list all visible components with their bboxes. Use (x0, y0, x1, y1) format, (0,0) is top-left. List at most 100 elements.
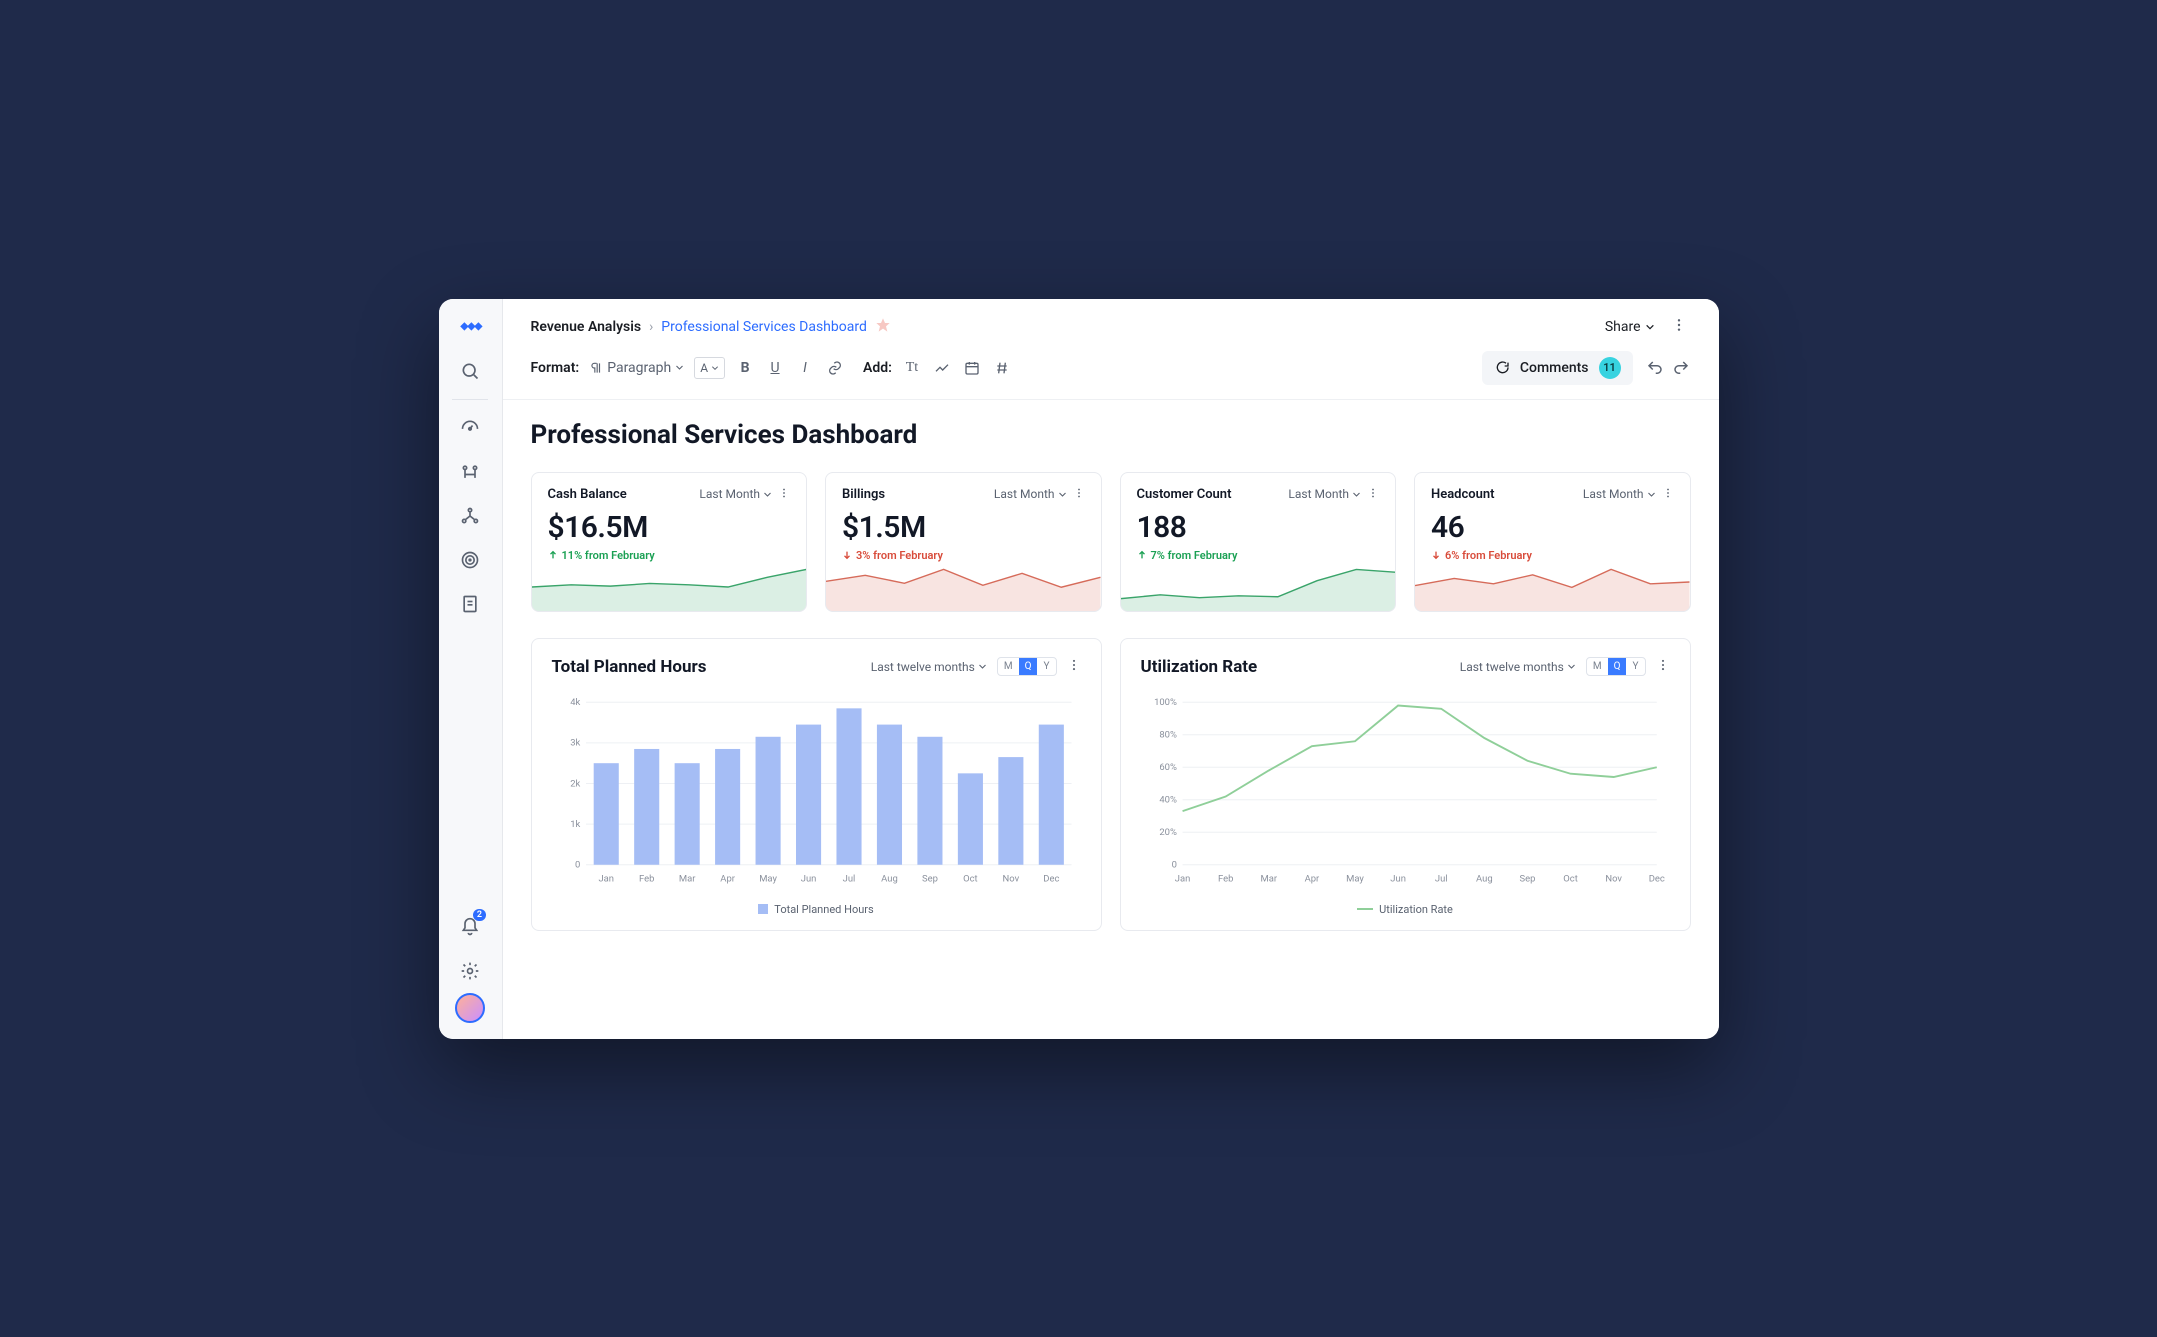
chart-title: Utilization Rate (1141, 657, 1258, 677)
svg-text:60%: 60% (1159, 762, 1177, 773)
granularity-option[interactable]: M (998, 658, 1019, 675)
legend: Total Planned Hours (552, 903, 1081, 916)
share-button[interactable]: Share (1599, 315, 1661, 339)
search-icon[interactable] (450, 351, 490, 391)
granularity-toggle[interactable]: MQY (997, 657, 1057, 676)
svg-text:Dec: Dec (1043, 873, 1059, 884)
svg-text:Jul: Jul (1434, 873, 1447, 884)
granularity-option[interactable]: Y (1037, 658, 1055, 675)
kpi-value: $16.5M (548, 510, 791, 545)
svg-text:Mar: Mar (678, 873, 695, 884)
granularity-toggle[interactable]: MQY (1586, 657, 1646, 676)
svg-text:100%: 100% (1154, 697, 1177, 708)
avatar[interactable] (455, 993, 485, 1023)
notifications-icon[interactable]: 2 (450, 907, 490, 947)
svg-text:Jun: Jun (1390, 873, 1406, 884)
svg-text:Jul: Jul (842, 873, 855, 884)
svg-text:1k: 1k (570, 818, 580, 829)
add-number-button[interactable] (992, 357, 1012, 379)
svg-text:Nov: Nov (1605, 873, 1622, 884)
caret-down-icon (978, 662, 987, 671)
legend-swatch (1357, 908, 1373, 910)
toolbar: Format: Paragraph A B U I (503, 341, 1719, 400)
caret-down-icon (1567, 662, 1576, 671)
svg-text:20%: 20% (1159, 827, 1177, 838)
more-icon[interactable] (1656, 658, 1670, 675)
arrow-down-icon (842, 550, 852, 560)
legend-swatch (758, 904, 768, 914)
range-select[interactable]: Last twelve months (871, 660, 987, 674)
caret-down-icon (1645, 322, 1655, 332)
breadcrumb: Revenue Analysis › Professional Services… (531, 317, 891, 337)
range-select[interactable]: Last twelve months (1460, 660, 1576, 674)
more-icon[interactable] (1367, 487, 1379, 502)
kpi-delta: 7% from February (1137, 549, 1380, 562)
svg-text:Jun: Jun (800, 873, 816, 884)
content: Professional Services Dashboard Cash Bal… (503, 400, 1719, 1039)
kpi-value: $1.5M (842, 510, 1085, 545)
granularity-option[interactable]: Q (1608, 658, 1627, 675)
breadcrumb-root[interactable]: Revenue Analysis (531, 319, 642, 335)
comments-button[interactable]: Comments 11 (1482, 351, 1633, 385)
add-chart-button[interactable] (932, 357, 952, 379)
paragraph-select[interactable]: Paragraph (589, 360, 684, 376)
period-select[interactable]: Last Month (994, 487, 1067, 501)
undo-redo (1645, 357, 1691, 379)
kpi-delta: 6% from February (1431, 549, 1674, 562)
kpi-delta: 11% from February (548, 549, 791, 562)
connections-icon[interactable] (450, 496, 490, 536)
svg-text:Feb: Feb (1217, 873, 1232, 884)
share-label: Share (1605, 319, 1641, 335)
svg-text:80%: 80% (1159, 729, 1177, 740)
caret-down-icon (763, 490, 772, 499)
more-icon[interactable] (1667, 313, 1691, 341)
period-select[interactable]: Last Month (699, 487, 772, 501)
bold-button[interactable]: B (735, 357, 755, 379)
italic-button[interactable]: I (795, 357, 815, 379)
svg-text:May: May (759, 873, 777, 884)
more-icon[interactable] (1073, 487, 1085, 502)
svg-text:0: 0 (575, 859, 580, 870)
chart-title: Total Planned Hours (552, 657, 707, 677)
caret-down-icon (1058, 490, 1067, 499)
target-icon[interactable] (450, 540, 490, 580)
underline-button[interactable]: U (765, 357, 785, 379)
font-select[interactable]: A (694, 357, 725, 379)
arrow-up-icon (1137, 550, 1147, 560)
dashboard-icon[interactable] (450, 408, 490, 448)
granularity-option[interactable]: Y (1626, 658, 1644, 675)
granularity-option[interactable]: Q (1019, 658, 1038, 675)
svg-text:4k: 4k (570, 697, 580, 708)
analytics-icon[interactable] (450, 452, 490, 492)
kpi-label: Customer Count (1137, 487, 1232, 502)
period-select[interactable]: Last Month (1583, 487, 1656, 501)
topbar: Revenue Analysis › Professional Services… (503, 299, 1719, 341)
document-icon[interactable] (450, 584, 490, 624)
kpi-label: Billings (842, 487, 885, 502)
add-text-button[interactable]: Tt (902, 357, 922, 379)
divider (452, 399, 488, 400)
comments-label: Comments (1520, 360, 1589, 376)
arrow-down-icon (1431, 550, 1441, 560)
pilcrow-icon (589, 361, 603, 375)
redo-button[interactable] (1671, 357, 1691, 379)
more-icon[interactable] (1662, 487, 1674, 502)
undo-button[interactable] (1645, 357, 1665, 379)
granularity-option[interactable]: M (1587, 658, 1608, 675)
more-icon[interactable] (1067, 658, 1081, 675)
link-button[interactable] (825, 357, 845, 379)
breadcrumb-current[interactable]: Professional Services Dashboard (661, 319, 867, 335)
period-select[interactable]: Last Month (1288, 487, 1361, 501)
settings-icon[interactable] (450, 951, 490, 991)
chevron-right-icon: › (649, 319, 653, 335)
sparkline (1415, 566, 1690, 611)
top-actions: Share (1599, 313, 1691, 341)
svg-text:Apr: Apr (1304, 873, 1319, 884)
comment-icon (1494, 360, 1510, 376)
svg-text:Apr: Apr (720, 873, 735, 884)
kpi-delta: 3% from February (842, 549, 1085, 562)
add-date-button[interactable] (962, 357, 982, 379)
more-icon[interactable] (778, 487, 790, 502)
sparkline (826, 566, 1101, 611)
star-icon[interactable] (875, 317, 891, 337)
